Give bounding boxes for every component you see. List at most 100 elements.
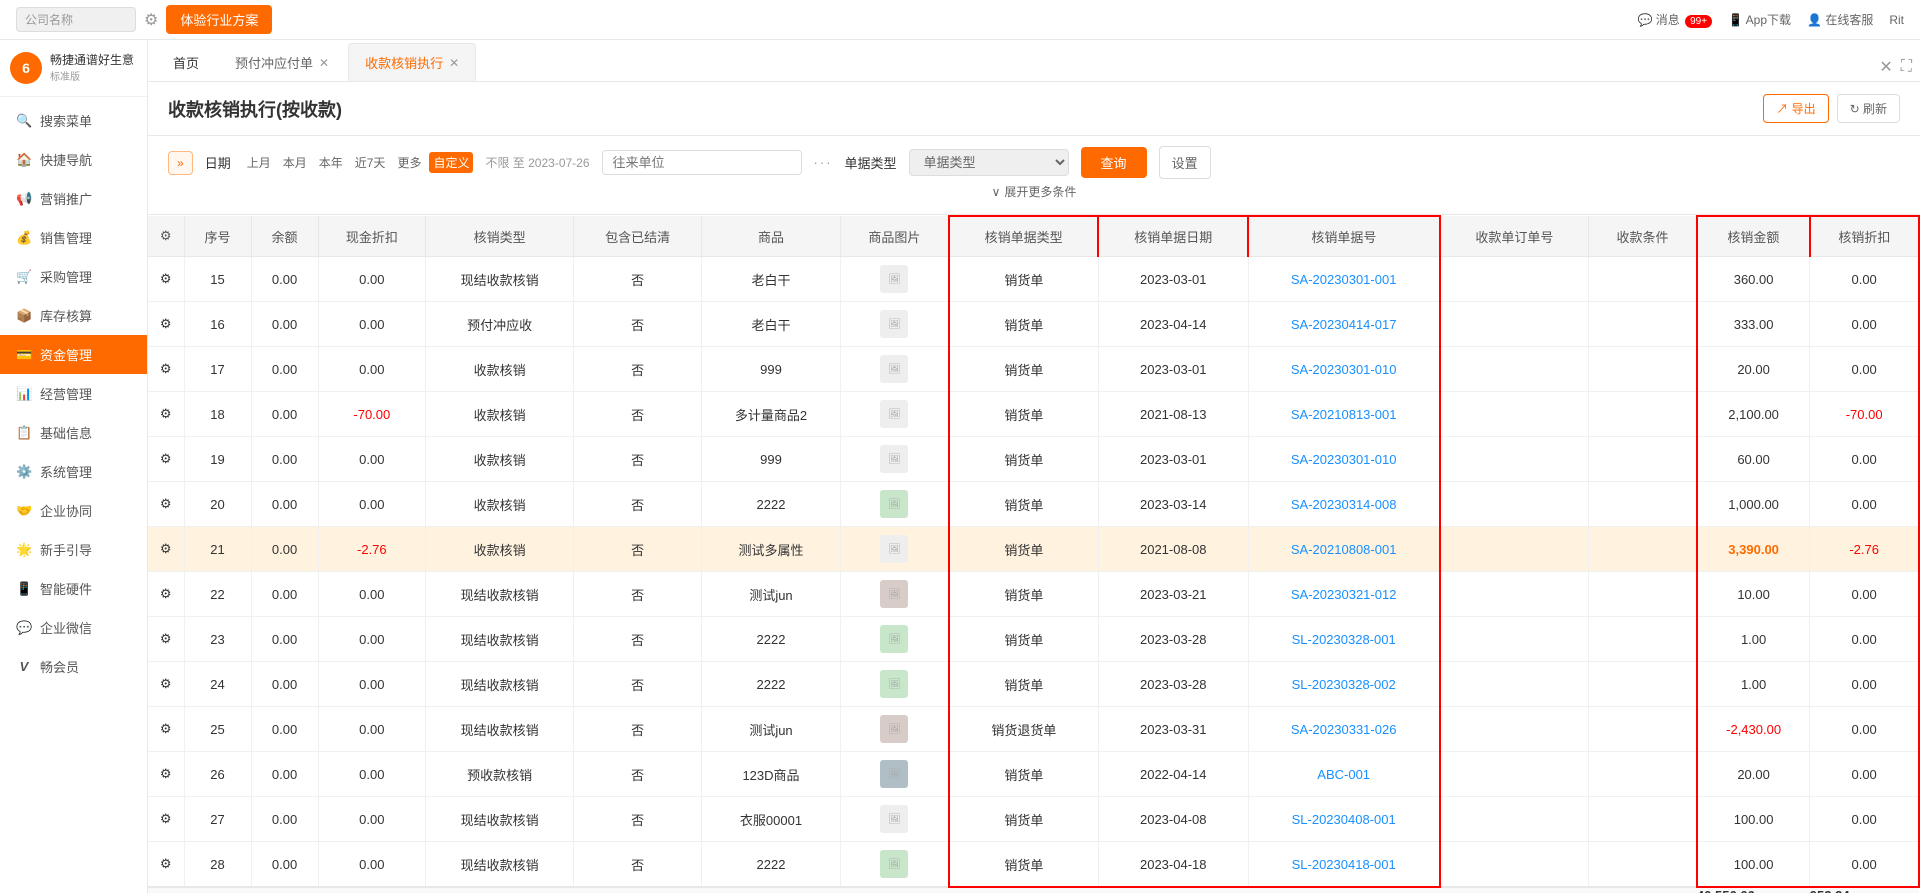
gear-icon[interactable]: ⚙: [144, 10, 158, 30]
basic-info-icon: 📋: [16, 425, 32, 441]
sidebar-item-basic-info[interactable]: 📋 基础信息: [0, 413, 147, 452]
messages-link[interactable]: 💬 消息 99+: [1637, 11, 1712, 28]
settings-button[interactable]: 设置: [1159, 146, 1211, 179]
filter-expand-button[interactable]: »: [168, 151, 193, 175]
cell-settings[interactable]: ⚙: [148, 392, 184, 437]
date-btn-last-month[interactable]: 上月: [243, 152, 275, 173]
cell-cancel-no[interactable]: SA-20230321-012: [1248, 572, 1440, 617]
tab-prepay[interactable]: 预付冲应付单 ✕: [218, 43, 346, 81]
window-close-icon[interactable]: ✕: [1879, 57, 1892, 77]
cancel-no-link[interactable]: SL-20230418-001: [1292, 857, 1396, 872]
cell-cancel-no[interactable]: SA-20230414-017: [1248, 302, 1440, 347]
date-btn-7days[interactable]: 近7天: [351, 152, 390, 173]
date-btn-this-year[interactable]: 本年: [315, 152, 347, 173]
cancel-no-link[interactable]: SA-20230301-010: [1291, 362, 1397, 377]
cancel-no-link[interactable]: SA-20230314-008: [1291, 497, 1397, 512]
marketing-icon: 📢: [16, 191, 32, 207]
refresh-button[interactable]: ↻ 刷新: [1837, 94, 1900, 123]
cell-settings[interactable]: ⚙: [148, 482, 184, 527]
tab-home[interactable]: 首页: [156, 43, 216, 81]
cell-cancel-voucher-type: 销货单: [949, 842, 1099, 888]
sidebar-item-member[interactable]: V 畅会员: [0, 647, 147, 686]
trial-button[interactable]: 体验行业方案: [166, 5, 272, 34]
th-receipt-condition: 收款条件: [1589, 216, 1697, 257]
cancel-no-link[interactable]: SL-20230408-001: [1292, 812, 1396, 827]
cell-settings[interactable]: ⚙: [148, 257, 184, 302]
cell-settings[interactable]: ⚙: [148, 752, 184, 797]
filter-dots: ···: [814, 155, 833, 170]
cell-cancel-no[interactable]: SA-20230301-010: [1248, 437, 1440, 482]
voucher-type-select[interactable]: 单据类型: [909, 149, 1069, 176]
sidebar-item-search[interactable]: 🔍 搜索菜单: [0, 101, 147, 140]
cell-balance: 0.00: [251, 302, 318, 347]
cell-settings[interactable]: ⚙: [148, 347, 184, 392]
sidebar-item-capital[interactable]: 💳 资金管理: [0, 335, 147, 374]
sidebar-item-smart-hw[interactable]: 📱 智能硬件: [0, 569, 147, 608]
sidebar-item-inventory[interactable]: 📦 库存核算: [0, 296, 147, 335]
cancel-no-link[interactable]: SA-20230321-012: [1291, 587, 1397, 602]
tab-receipt-cancel[interactable]: 收款核销执行 ✕: [348, 43, 476, 81]
export-button[interactable]: ↗ 导出: [1763, 94, 1828, 123]
cell-settings[interactable]: ⚙: [148, 302, 184, 347]
tab-home-label: 首页: [173, 53, 199, 72]
query-button[interactable]: 查询: [1081, 147, 1147, 178]
cell-cancel-no[interactable]: SA-20230331-026: [1248, 707, 1440, 752]
sidebar-item-wechat[interactable]: 💬 企业微信: [0, 608, 147, 647]
cancel-no-link[interactable]: SL-20230328-001: [1292, 632, 1396, 647]
cell-cancel-no[interactable]: SA-20230301-001: [1248, 257, 1440, 302]
cell-product-img: 🖼: [841, 572, 949, 617]
cancel-no-link[interactable]: SA-20210808-001: [1291, 542, 1397, 557]
tab-prepay-close[interactable]: ✕: [319, 56, 329, 70]
company-selector[interactable]: 公司名称: [16, 7, 136, 32]
sidebar-item-guide[interactable]: 🌟 新手引导: [0, 530, 147, 569]
sidebar-item-purchase[interactable]: 🛒 采购管理: [0, 257, 147, 296]
sidebar-item-sales[interactable]: 💰 销售管理: [0, 218, 147, 257]
product-image: 🖼: [880, 760, 908, 788]
cell-settings[interactable]: ⚙: [148, 707, 184, 752]
expand-more-btn[interactable]: ∨ 展开更多条件: [168, 179, 1900, 204]
cancel-no-link[interactable]: SA-20230414-017: [1291, 317, 1397, 332]
cell-cancel-no[interactable]: SA-20210813-001: [1248, 392, 1440, 437]
cell-cancel-no[interactable]: SL-20230418-001: [1248, 842, 1440, 888]
sidebar-item-enterprise[interactable]: 🤝 企业协同: [0, 491, 147, 530]
cell-cancel-no[interactable]: SA-20230314-008: [1248, 482, 1440, 527]
cancel-no-link[interactable]: SA-20230301-001: [1291, 272, 1397, 287]
cell-seq: 25: [184, 707, 251, 752]
window-maximize-icon[interactable]: ⛶: [1901, 58, 1912, 76]
cancel-no-link[interactable]: SA-20230301-010: [1291, 452, 1397, 467]
sidebar-item-operation[interactable]: 📊 经营管理: [0, 374, 147, 413]
cell-settings[interactable]: ⚙: [148, 797, 184, 842]
cell-cancel-no[interactable]: SL-20230328-001: [1248, 617, 1440, 662]
cell-settings[interactable]: ⚙: [148, 617, 184, 662]
tab-receipt-cancel-close[interactable]: ✕: [449, 56, 459, 70]
cancel-no-link[interactable]: ABC-001: [1317, 767, 1370, 782]
cell-cancel-no[interactable]: SL-20230328-002: [1248, 662, 1440, 707]
online-service-link[interactable]: 👤 在线客服: [1807, 11, 1873, 28]
cell-settings[interactable]: ⚙: [148, 842, 184, 888]
cell-seq: 17: [184, 347, 251, 392]
cell-cancel-no[interactable]: ABC-001: [1248, 752, 1440, 797]
cancel-no-link[interactable]: SA-20210813-001: [1291, 407, 1397, 422]
cell-settings[interactable]: ⚙: [148, 572, 184, 617]
sidebar-item-quick-nav[interactable]: 🏠 快捷导航: [0, 140, 147, 179]
cell-settings[interactable]: ⚙: [148, 437, 184, 482]
cell-settings[interactable]: ⚙: [148, 527, 184, 572]
sidebar-item-marketing[interactable]: 📢 营销推广: [0, 179, 147, 218]
cancel-no-link[interactable]: SA-20230331-026: [1291, 722, 1397, 737]
cell-settings[interactable]: ⚙: [148, 662, 184, 707]
cell-cancel-voucher-type: 销货单: [949, 302, 1099, 347]
date-btn-this-month[interactable]: 本月: [279, 152, 311, 173]
cell-cash-discount: 0.00: [318, 347, 426, 392]
th-settings[interactable]: ⚙: [148, 216, 184, 257]
cell-cancel-no[interactable]: SA-20230301-010: [1248, 347, 1440, 392]
sidebar-item-system[interactable]: ⚙️ 系统管理: [0, 452, 147, 491]
cancel-no-link[interactable]: SL-20230328-002: [1292, 677, 1396, 692]
cell-cancel-no[interactable]: SL-20230408-001: [1248, 797, 1440, 842]
cell-cancel-no[interactable]: SA-20210808-001: [1248, 527, 1440, 572]
app-download-link[interactable]: 📱 App下载: [1728, 11, 1791, 28]
tab-receipt-cancel-label: 收款核销执行: [365, 53, 443, 72]
date-btn-custom[interactable]: 自定义: [429, 152, 473, 173]
partner-input[interactable]: [602, 150, 802, 175]
th-cancel-discount: 核销折扣: [1810, 216, 1919, 257]
date-btn-more[interactable]: 更多: [393, 152, 425, 173]
